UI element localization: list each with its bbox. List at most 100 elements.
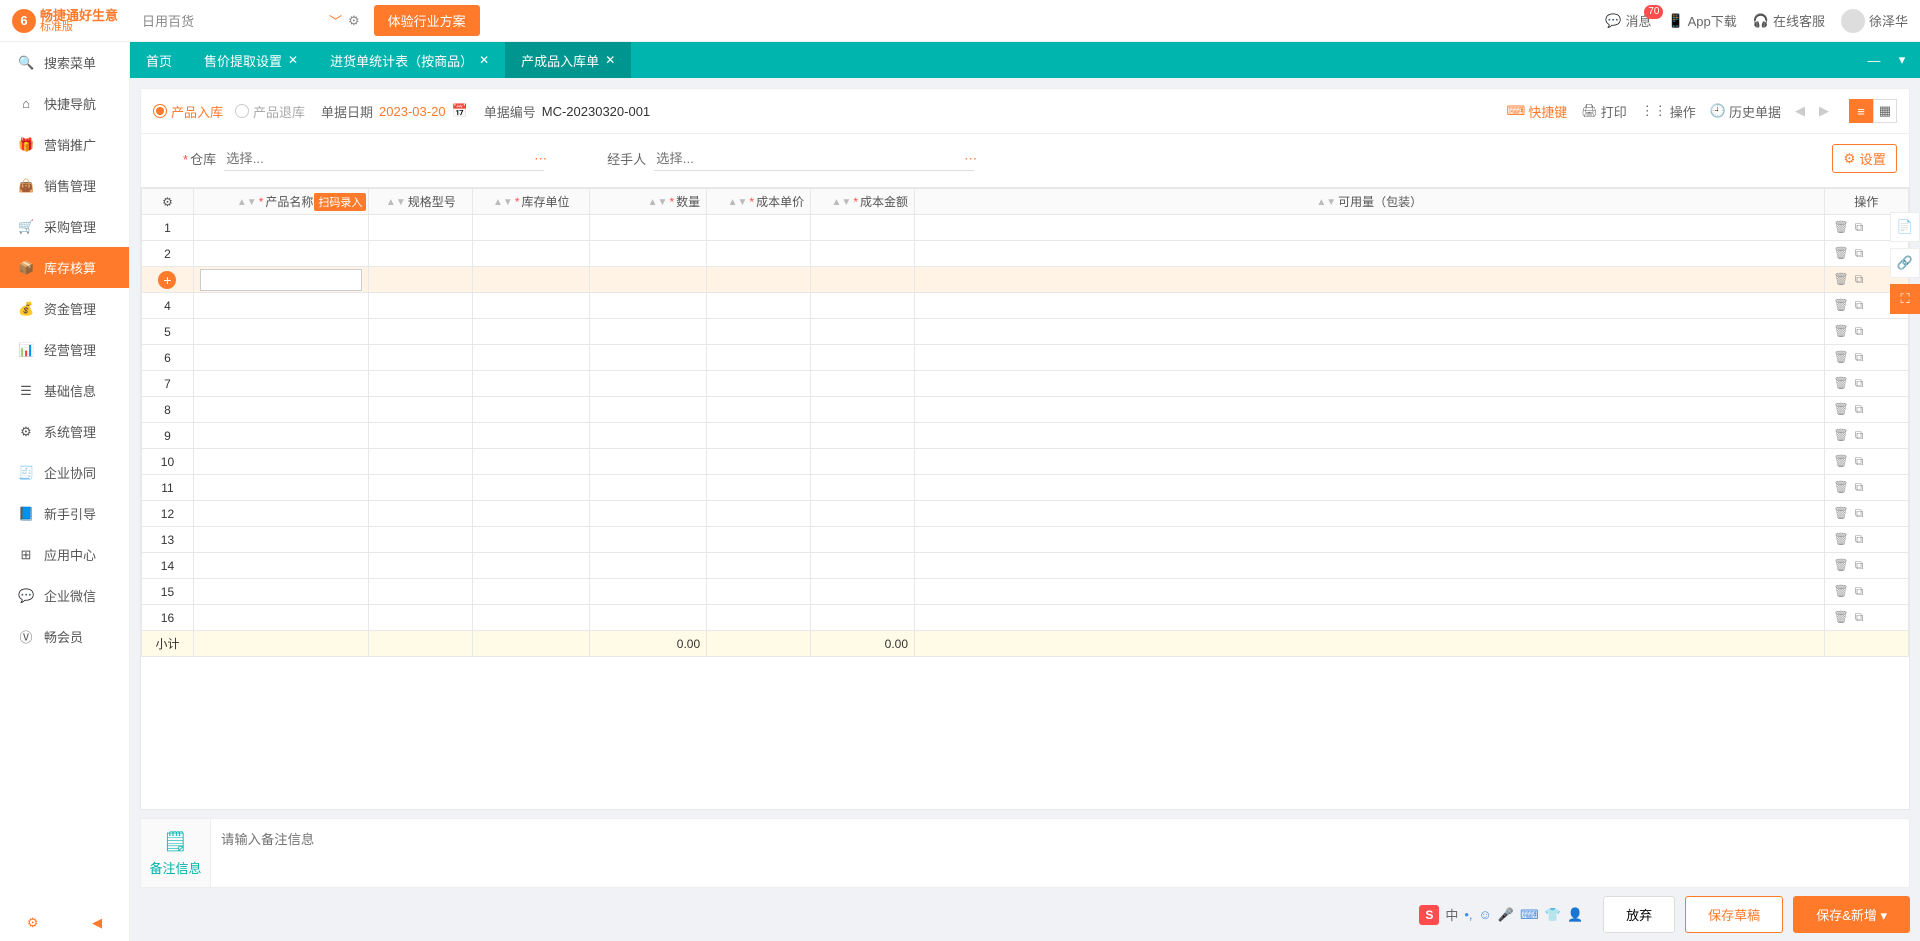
- copy-icon[interactable]: ⧉: [1855, 454, 1864, 468]
- delete-icon[interactable]: 🗑: [1834, 480, 1849, 494]
- handler-input[interactable]: [654, 147, 974, 171]
- view-list-button[interactable]: ≡: [1849, 99, 1873, 123]
- sidebar-item-1[interactable]: ⌂快捷导航: [0, 83, 129, 124]
- copy-icon[interactable]: ⧉: [1855, 246, 1864, 260]
- sidebar-item-7[interactable]: 📊经营管理: [0, 329, 129, 370]
- save-new-button[interactable]: 保存&新增 ▾: [1793, 896, 1910, 933]
- table-row[interactable]: 14🗑⧉: [142, 553, 1909, 579]
- copy-icon[interactable]: ⧉: [1855, 584, 1864, 598]
- product-name-input[interactable]: [200, 269, 362, 291]
- table-row[interactable]: 1🗑⧉: [142, 215, 1909, 241]
- warehouse-more-icon[interactable]: ⋯: [534, 151, 547, 167]
- shortcut-button[interactable]: ⌨ 快捷键: [1506, 102, 1567, 121]
- rail-link-icon[interactable]: 🔗: [1890, 248, 1920, 278]
- sidebar-item-4[interactable]: 🛒采购管理: [0, 206, 129, 247]
- date-value[interactable]: 2023-03-20: [379, 104, 446, 119]
- delete-icon[interactable]: 🗑: [1834, 350, 1849, 364]
- radio-product-in[interactable]: 产品入库: [153, 102, 223, 121]
- sidebar-item-0[interactable]: 🔍搜索菜单: [0, 42, 129, 83]
- sidebar-item-3[interactable]: 👜销售管理: [0, 165, 129, 206]
- delete-icon[interactable]: 🗑: [1834, 272, 1849, 286]
- table-row[interactable]: 9🗑⧉: [142, 423, 1909, 449]
- table-row[interactable]: 16🗑⧉: [142, 605, 1909, 631]
- radio-product-out[interactable]: 产品退库: [235, 102, 305, 121]
- delete-icon[interactable]: 🗑: [1834, 610, 1849, 624]
- delete-icon[interactable]: 🗑: [1834, 558, 1849, 572]
- user-menu[interactable]: 徐泽华: [1841, 9, 1908, 33]
- copy-icon[interactable]: ⧉: [1855, 220, 1864, 234]
- add-row-button[interactable]: +: [158, 271, 176, 289]
- delete-icon[interactable]: 🗑: [1834, 324, 1849, 338]
- sidebar-item-2[interactable]: 🎁营销推广: [0, 124, 129, 165]
- print-button[interactable]: 🖨 打印: [1581, 102, 1627, 121]
- remark-input[interactable]: [211, 819, 1909, 887]
- tab-1[interactable]: 售价提取设置✕: [188, 42, 314, 78]
- table-row[interactable]: 11🗑⧉: [142, 475, 1909, 501]
- sidebar-item-10[interactable]: 🧾企业协同: [0, 452, 129, 493]
- prev-icon[interactable]: ◀: [1795, 103, 1805, 119]
- history-button[interactable]: 🕘 历史单据: [1710, 102, 1781, 121]
- save-draft-button[interactable]: 保存草稿: [1685, 896, 1783, 933]
- scan-badge[interactable]: 扫码录入: [314, 193, 366, 211]
- delete-icon[interactable]: 🗑: [1834, 220, 1849, 234]
- handler-more-icon[interactable]: ⋯: [964, 151, 977, 167]
- close-icon[interactable]: ✕: [479, 53, 489, 67]
- table-row[interactable]: 15🗑⧉: [142, 579, 1909, 605]
- copy-icon[interactable]: ⧉: [1855, 532, 1864, 546]
- delete-icon[interactable]: 🗑: [1834, 454, 1849, 468]
- copy-icon[interactable]: ⧉: [1855, 558, 1864, 572]
- copy-icon[interactable]: ⧉: [1855, 376, 1864, 390]
- copy-icon[interactable]: ⧉: [1855, 506, 1864, 520]
- rail-doc-icon[interactable]: 📄: [1890, 212, 1920, 242]
- copy-icon[interactable]: ⧉: [1855, 480, 1864, 494]
- tab-0[interactable]: 首页: [130, 42, 188, 78]
- app-download-button[interactable]: 📱 App下载: [1667, 11, 1736, 30]
- copy-icon[interactable]: ⧉: [1855, 428, 1864, 442]
- delete-icon[interactable]: 🗑: [1834, 298, 1849, 312]
- col-settings[interactable]: ⚙: [142, 189, 194, 215]
- support-button[interactable]: 🎧 在线客服: [1753, 11, 1825, 30]
- sidebar-item-13[interactable]: 💬企业微信: [0, 575, 129, 616]
- close-icon[interactable]: ✕: [605, 53, 615, 67]
- sidebar-settings-icon[interactable]: ⚙: [27, 915, 39, 931]
- sidebar-item-14[interactable]: Ⓥ畅会员: [0, 616, 129, 657]
- table-row[interactable]: 2🗑⧉: [142, 241, 1909, 267]
- table-row[interactable]: 8🗑⧉: [142, 397, 1909, 423]
- warehouse-input[interactable]: [224, 147, 544, 171]
- table-row[interactable]: 13🗑⧉: [142, 527, 1909, 553]
- experience-button[interactable]: 体验行业方案: [374, 5, 480, 36]
- sidebar-item-8[interactable]: ☰基础信息: [0, 370, 129, 411]
- sidebar-item-9[interactable]: ⚙系统管理: [0, 411, 129, 452]
- col-unit-cost[interactable]: ▲▼*成本单价: [707, 189, 811, 215]
- settings-button[interactable]: ⚙ 设置: [1832, 144, 1897, 173]
- delete-icon[interactable]: 🗑: [1834, 532, 1849, 546]
- tabs-minimize-button[interactable]: —: [1862, 48, 1886, 72]
- table-row[interactable]: 4🗑⧉: [142, 293, 1909, 319]
- table-row[interactable]: 10🗑⧉: [142, 449, 1909, 475]
- remark-tab[interactable]: 🗒 备注信息: [141, 819, 211, 887]
- copy-icon[interactable]: ⧉: [1855, 324, 1864, 338]
- copy-icon[interactable]: ⧉: [1855, 350, 1864, 364]
- delete-icon[interactable]: 🗑: [1834, 246, 1849, 260]
- messages-button[interactable]: 💬 消息 70: [1605, 11, 1651, 30]
- calendar-icon[interactable]: 📅: [452, 103, 468, 119]
- col-spec[interactable]: ▲▼规格型号: [369, 189, 473, 215]
- department-select[interactable]: 日用百货 ﹀: [142, 11, 342, 30]
- col-product-name[interactable]: ▲▼*产品名称ⓘ扫码录入: [193, 189, 368, 215]
- tab-2[interactable]: 进货单统计表（按商品）✕: [314, 42, 505, 78]
- col-cost-amount[interactable]: ▲▼*成本金额: [811, 189, 915, 215]
- table-row[interactable]: 5🗑⧉: [142, 319, 1909, 345]
- copy-icon[interactable]: ⧉: [1855, 298, 1864, 312]
- sidebar-collapse-icon[interactable]: ◀: [92, 915, 102, 931]
- operate-button[interactable]: ⋮⋮ 操作: [1641, 102, 1696, 121]
- view-card-button[interactable]: ▦: [1873, 99, 1897, 123]
- delete-icon[interactable]: 🗑: [1834, 428, 1849, 442]
- col-unit[interactable]: ▲▼*库存单位: [473, 189, 590, 215]
- gear-icon[interactable]: ⚙: [348, 13, 360, 29]
- table-row[interactable]: 7🗑⧉: [142, 371, 1909, 397]
- tabs-menu-button[interactable]: ▾: [1890, 48, 1914, 72]
- sidebar-item-6[interactable]: 💰资金管理: [0, 288, 129, 329]
- delete-icon[interactable]: 🗑: [1834, 376, 1849, 390]
- table-row[interactable]: 12🗑⧉: [142, 501, 1909, 527]
- delete-icon[interactable]: 🗑: [1834, 584, 1849, 598]
